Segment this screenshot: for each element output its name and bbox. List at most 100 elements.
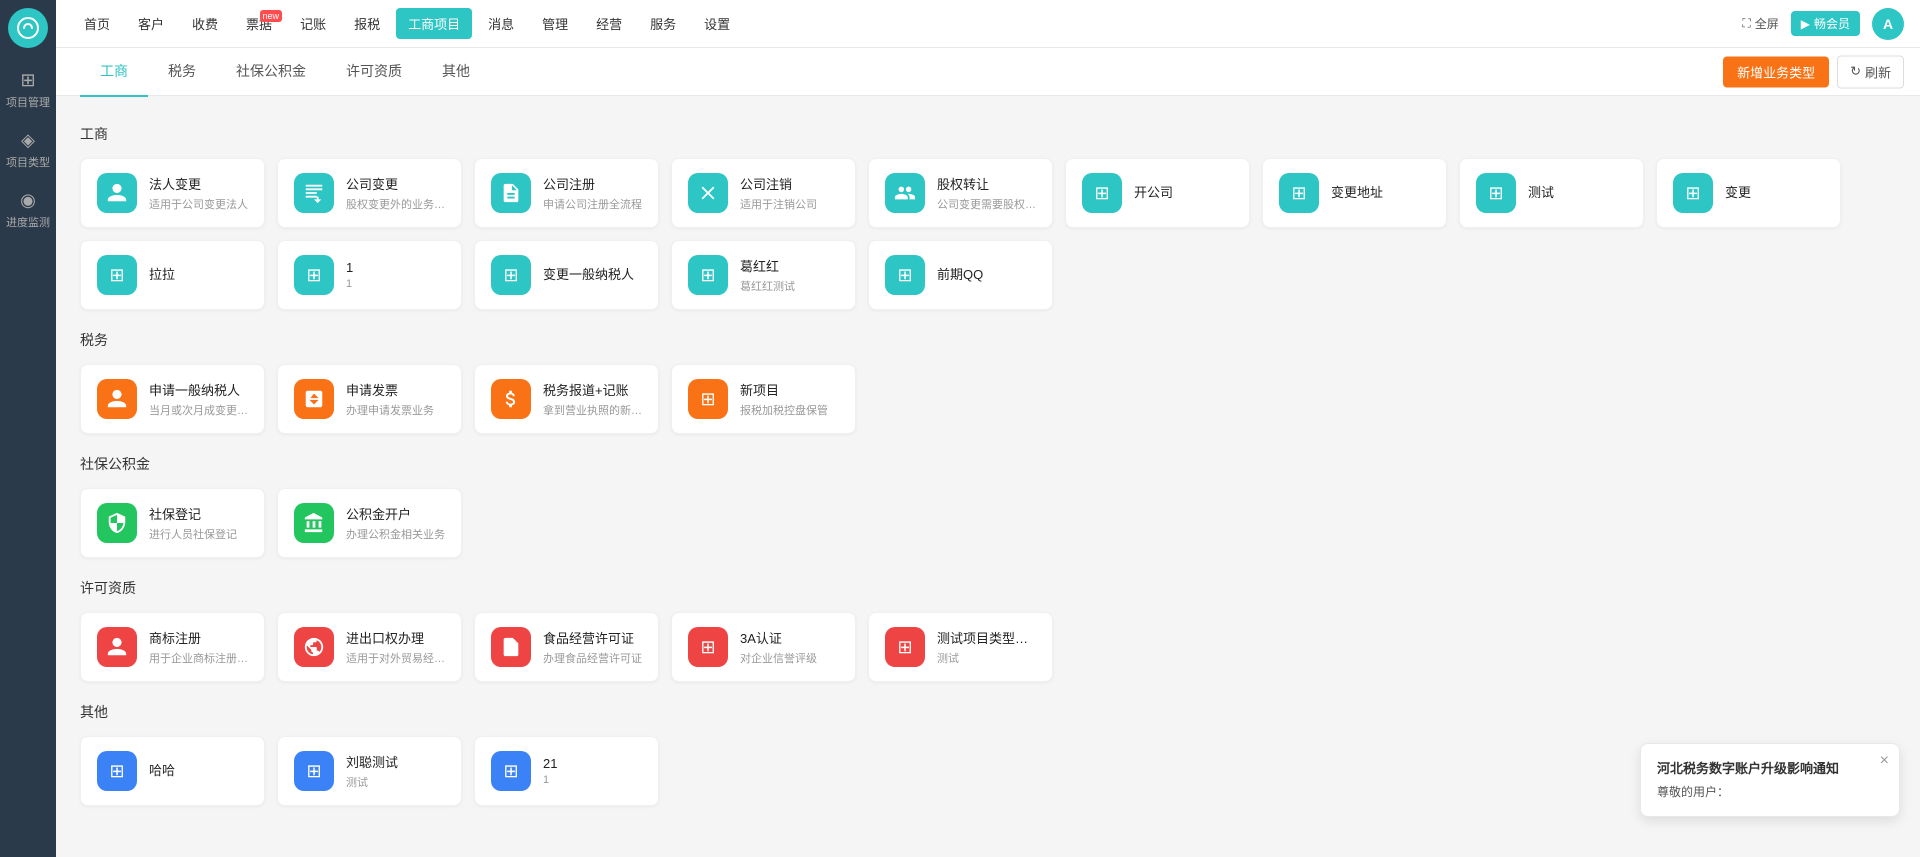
sidebar-logo[interactable]	[8, 8, 48, 48]
card-gs5[interactable]: 股权转让 公司变更需要股权转让	[868, 158, 1053, 228]
card-gs6[interactable]: ⊞ 开公司	[1065, 158, 1250, 228]
card-xk2[interactable]: 进出口权办理 适用于对外贸易经营者	[277, 612, 462, 682]
card-icon-sw1	[97, 379, 137, 419]
card-desc-ot2: 测试	[346, 774, 445, 790]
add-type-button[interactable]: 新增业务类型	[1723, 56, 1829, 87]
tab-shuiwu[interactable]: 税务	[148, 47, 216, 97]
card-xk5[interactable]: ⊞ 测试项目类型目定义 测试	[868, 612, 1053, 682]
notification-popup: × 河北税务数字账户升级影响通知 尊敬的用户：	[1640, 743, 1900, 817]
card-ot3[interactable]: ⊞ 21 1	[474, 736, 659, 806]
card-icon-xk4: ⊞	[688, 627, 728, 667]
card-title-gs11: 1	[346, 260, 445, 275]
fullscreen-button[interactable]: ⛶ 全屏	[1742, 15, 1778, 32]
card-gs10[interactable]: ⊞ 拉拉	[80, 240, 265, 310]
card-title-ot1: 哈哈	[149, 760, 248, 779]
card-ot1[interactable]: ⊞ 哈哈	[80, 736, 265, 806]
top-nav-right: ⛶ 全屏 ▶ 畅会员 A	[1742, 8, 1904, 40]
card-desc-gs4: 适用于注销公司	[740, 196, 839, 212]
card-icon-gs9: ⊞	[1673, 173, 1713, 213]
card-desc-gs5: 公司变更需要股权转让	[937, 196, 1036, 212]
card-xk3[interactable]: 食品经营许可证 办理食品经营许可证	[474, 612, 659, 682]
nav-item-industrial[interactable]: 工商项目	[396, 8, 472, 39]
card-desc-sw3: 拿到营业执照的新公司	[543, 402, 642, 418]
member-button[interactable]: ▶ 畅会员	[1791, 11, 1860, 36]
card-info-gs8: 测试	[1528, 182, 1627, 204]
card-desc-sw1: 当月或次月成变更完成	[149, 402, 248, 418]
nav-item-manage[interactable]: 管理	[530, 8, 580, 39]
notification-title: 河北税务数字账户升级影响通知	[1657, 758, 1883, 777]
card-info-gs11: 1 1	[346, 260, 445, 290]
card-info-sw4: 新项目 报税加税控盘保管	[740, 380, 839, 418]
card-title-sw2: 申请发票	[346, 380, 445, 399]
card-ot2[interactable]: ⊞ 刘聪测试 测试	[277, 736, 462, 806]
nav-item-accounting[interactable]: 记账	[288, 8, 338, 39]
tab-shebao[interactable]: 社保公积金	[216, 47, 326, 97]
card-icon-gs13: ⊞	[688, 255, 728, 295]
card-sb1[interactable]: 社保登记 进行人员社保登记	[80, 488, 265, 558]
card-xk4[interactable]: ⊞ 3A认证 对企业信誉评级	[671, 612, 856, 682]
card-title-sw1: 申请一般纳税人	[149, 380, 248, 399]
tab-gongshang[interactable]: 工商	[80, 47, 148, 97]
nav-item-ticket[interactable]: 票据 new	[234, 8, 284, 39]
card-icon-sb2	[294, 503, 334, 543]
nav-item-billing[interactable]: 收费	[180, 8, 230, 39]
card-icon-sw3	[491, 379, 531, 419]
sidebar-item-project-type[interactable]: ◈ 项目类型	[0, 120, 56, 180]
nav-item-service[interactable]: 服务	[638, 8, 688, 39]
card-gs9[interactable]: ⊞ 变更	[1656, 158, 1841, 228]
card-desc-sw4: 报税加税控盘保管	[740, 402, 839, 418]
card-gs3[interactable]: 公司注册 申请公司注册全流程	[474, 158, 659, 228]
avatar[interactable]: A	[1872, 8, 1904, 40]
cards-grid-shebao: 社保登记 进行人员社保登记 公积金开户 办理公积金相关业务	[80, 488, 1896, 558]
nav-item-client[interactable]: 客户	[126, 8, 176, 39]
card-icon-ot3: ⊞	[491, 751, 531, 791]
card-gs2[interactable]: 公司变更 股权变更外的业务变更	[277, 158, 462, 228]
card-title-gs9: 变更	[1725, 182, 1824, 201]
card-icon-sb1	[97, 503, 137, 543]
project-manage-icon: ⊞	[20, 70, 35, 91]
card-gs12[interactable]: ⊞ 变更一般纳税人	[474, 240, 659, 310]
nav-item-message[interactable]: 消息	[476, 8, 526, 39]
refresh-button[interactable]: ↻ 刷新	[1837, 55, 1904, 88]
card-gs13[interactable]: ⊞ 葛红红 葛红红测试	[671, 240, 856, 310]
main-content: 工商 税务 社保公积金 许可资质 其他 新增业务类型 ↻ 刷新 工商 法人变更	[56, 48, 1920, 857]
sidebar-item-project-manage[interactable]: ⊞ 项目管理	[0, 60, 56, 120]
card-title-gs12: 变更一般纳税人	[543, 264, 642, 283]
nav-item-settings[interactable]: 设置	[692, 8, 742, 39]
card-gs11[interactable]: ⊞ 1 1	[277, 240, 462, 310]
card-sw1[interactable]: 申请一般纳税人 当月或次月成变更完成	[80, 364, 265, 434]
card-info-xk4: 3A认证 对企业信誉评级	[740, 628, 839, 666]
sub-nav: 工商 税务 社保公积金 许可资质 其他 新增业务类型 ↻ 刷新	[56, 48, 1920, 96]
nav-item-home[interactable]: 首页	[72, 8, 122, 39]
card-title-ot2: 刘聪测试	[346, 752, 445, 771]
card-gs14[interactable]: ⊞ 前期QQ	[868, 240, 1053, 310]
card-info-xk2: 进出口权办理 适用于对外贸易经营者	[346, 628, 445, 666]
card-info-gs12: 变更一般纳税人	[543, 264, 642, 286]
section-title-xuke: 许可资质	[80, 578, 1896, 598]
card-desc-gs1: 适用于公司变更法人	[149, 196, 248, 212]
nav-item-operation[interactable]: 经营	[584, 8, 634, 39]
card-sw3[interactable]: 税务报道+记账 拿到营业执照的新公司	[474, 364, 659, 434]
card-sw2[interactable]: 申请发票 办理申请发票业务	[277, 364, 462, 434]
card-sw4[interactable]: ⊞ 新项目 报税加税控盘保管	[671, 364, 856, 434]
tab-xuke[interactable]: 许可资质	[326, 47, 422, 97]
card-xk1[interactable]: 商标注册 用于企业商标注册服务	[80, 612, 265, 682]
tab-other[interactable]: 其他	[422, 47, 490, 97]
card-gs4[interactable]: 公司注销 适用于注销公司	[671, 158, 856, 228]
card-icon-gs10: ⊞	[97, 255, 137, 295]
card-info-xk1: 商标注册 用于企业商标注册服务	[149, 628, 248, 666]
card-info-gs7: 变更地址	[1331, 182, 1430, 204]
card-title-gs14: 前期QQ	[937, 264, 1036, 283]
nav-item-tax[interactable]: 报税	[342, 8, 392, 39]
card-title-gs6: 开公司	[1134, 182, 1233, 201]
card-info-gs2: 公司变更 股权变更外的业务变更	[346, 174, 445, 212]
card-icon-gs14: ⊞	[885, 255, 925, 295]
sidebar-item-progress-monitor[interactable]: ◉ 进度监测	[0, 180, 56, 240]
card-icon-sw2	[294, 379, 334, 419]
card-sb2[interactable]: 公积金开户 办理公积金相关业务	[277, 488, 462, 558]
card-gs7[interactable]: ⊞ 变更地址	[1262, 158, 1447, 228]
card-icon-sw4: ⊞	[688, 379, 728, 419]
card-gs1[interactable]: 法人变更 适用于公司变更法人	[80, 158, 265, 228]
card-gs8[interactable]: ⊞ 测试	[1459, 158, 1644, 228]
notification-close-button[interactable]: ×	[1880, 752, 1889, 770]
